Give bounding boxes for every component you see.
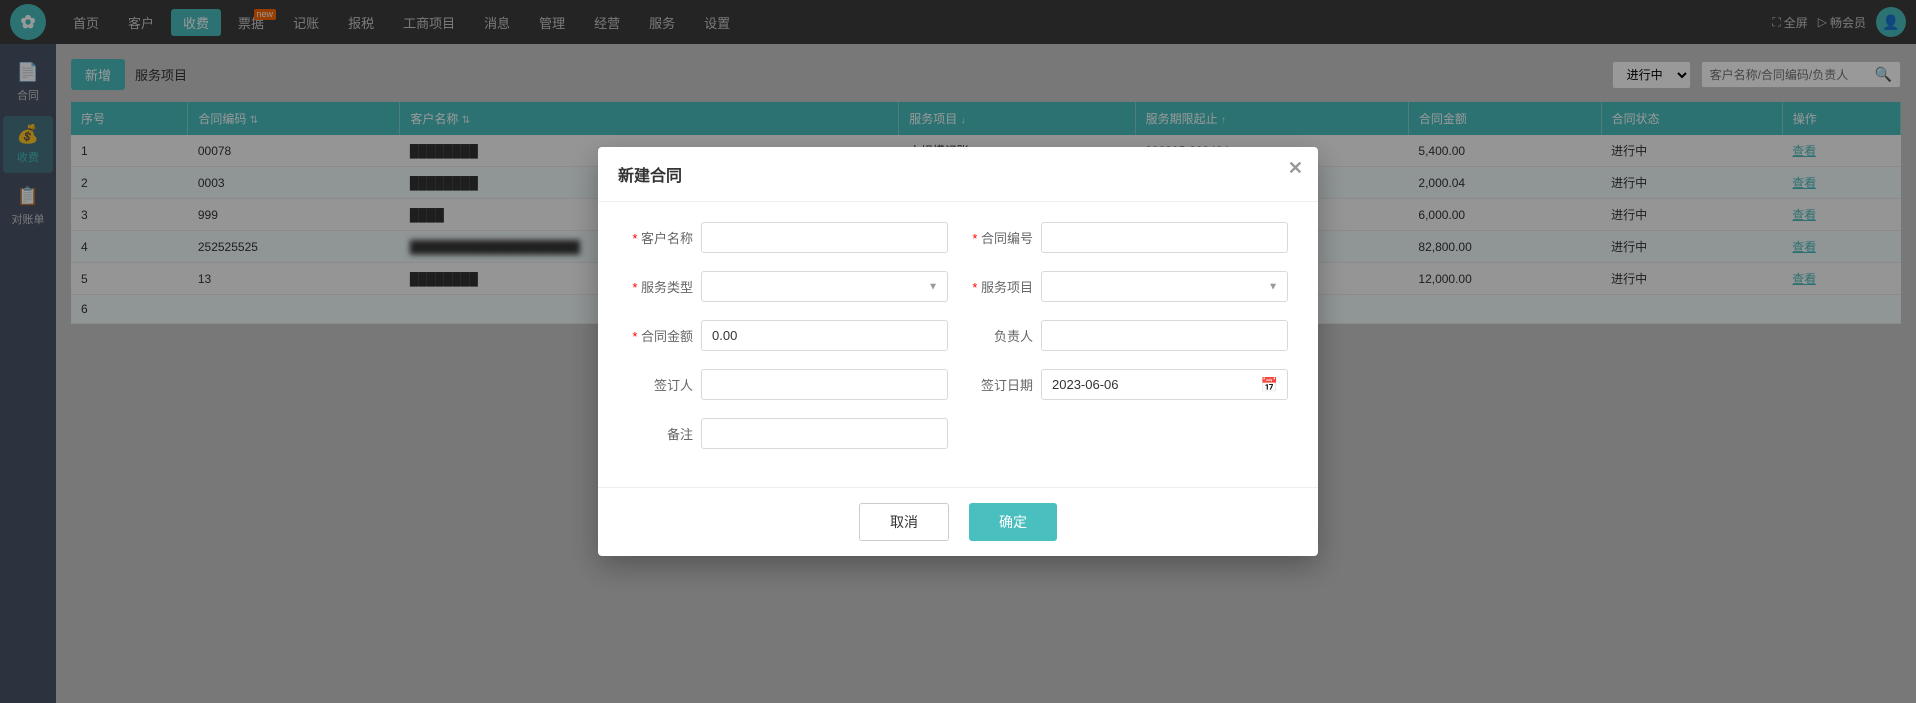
input-remarks[interactable] [701,418,948,449]
form-row-2: 服务类型 服务项目 [628,271,1288,302]
modal-header: 新建合同 ✕ [598,147,1318,202]
field-service-item: 服务项目 [968,271,1288,302]
form-row-1: 客户名称 合同编号 [628,222,1288,253]
select-service-type[interactable] [701,271,948,302]
input-signer[interactable] [701,369,948,400]
label-signer: 签订人 [628,375,693,394]
select-service-item[interactable] [1041,271,1288,302]
label-responsible: 负责人 [968,326,1033,345]
label-contract-amount: 合同金额 [628,326,693,345]
select-service-item-wrapper [1041,271,1288,302]
field-responsible: 负责人 [968,320,1288,351]
new-contract-modal: 新建合同 ✕ 客户名称 合同编号 服务类型 [598,147,1318,556]
field-contract-code: 合同编号 [968,222,1288,253]
form-row-5: 备注 [628,418,1288,449]
form-row-4: 签订人 签订日期 📅 [628,369,1288,400]
input-contract-amount[interactable] [701,320,948,351]
field-sign-date: 签订日期 📅 [968,369,1288,400]
field-signer: 签订人 [628,369,948,400]
input-responsible[interactable] [1041,320,1288,351]
confirm-button[interactable]: 确定 [969,503,1057,541]
select-service-type-wrapper [701,271,948,302]
cancel-button[interactable]: 取消 [859,503,949,541]
modal-title: 新建合同 [618,168,682,185]
input-contract-code[interactable] [1041,222,1288,253]
label-service-item: 服务项目 [968,277,1033,296]
modal-footer: 取消 确定 [598,487,1318,556]
label-service-type: 服务类型 [628,277,693,296]
label-sign-date: 签订日期 [968,375,1033,394]
form-row-3: 合同金额 负责人 [628,320,1288,351]
modal-body: 客户名称 合同编号 服务类型 [598,202,1318,487]
input-sign-date[interactable] [1041,369,1288,400]
label-customer-name: 客户名称 [628,228,693,247]
field-service-type: 服务类型 [628,271,948,302]
label-remarks: 备注 [628,424,693,443]
modal-close-button[interactable]: ✕ [1288,159,1303,177]
field-customer-name: 客户名称 [628,222,948,253]
sign-date-wrapper: 📅 [1041,369,1288,400]
modal-overlay[interactable]: 新建合同 ✕ 客户名称 合同编号 服务类型 [0,0,1916,703]
calendar-icon[interactable]: 📅 [1261,376,1278,393]
field-contract-amount: 合同金额 [628,320,948,351]
label-contract-code: 合同编号 [968,228,1033,247]
input-customer-name[interactable] [701,222,948,253]
field-remarks: 备注 [628,418,948,449]
